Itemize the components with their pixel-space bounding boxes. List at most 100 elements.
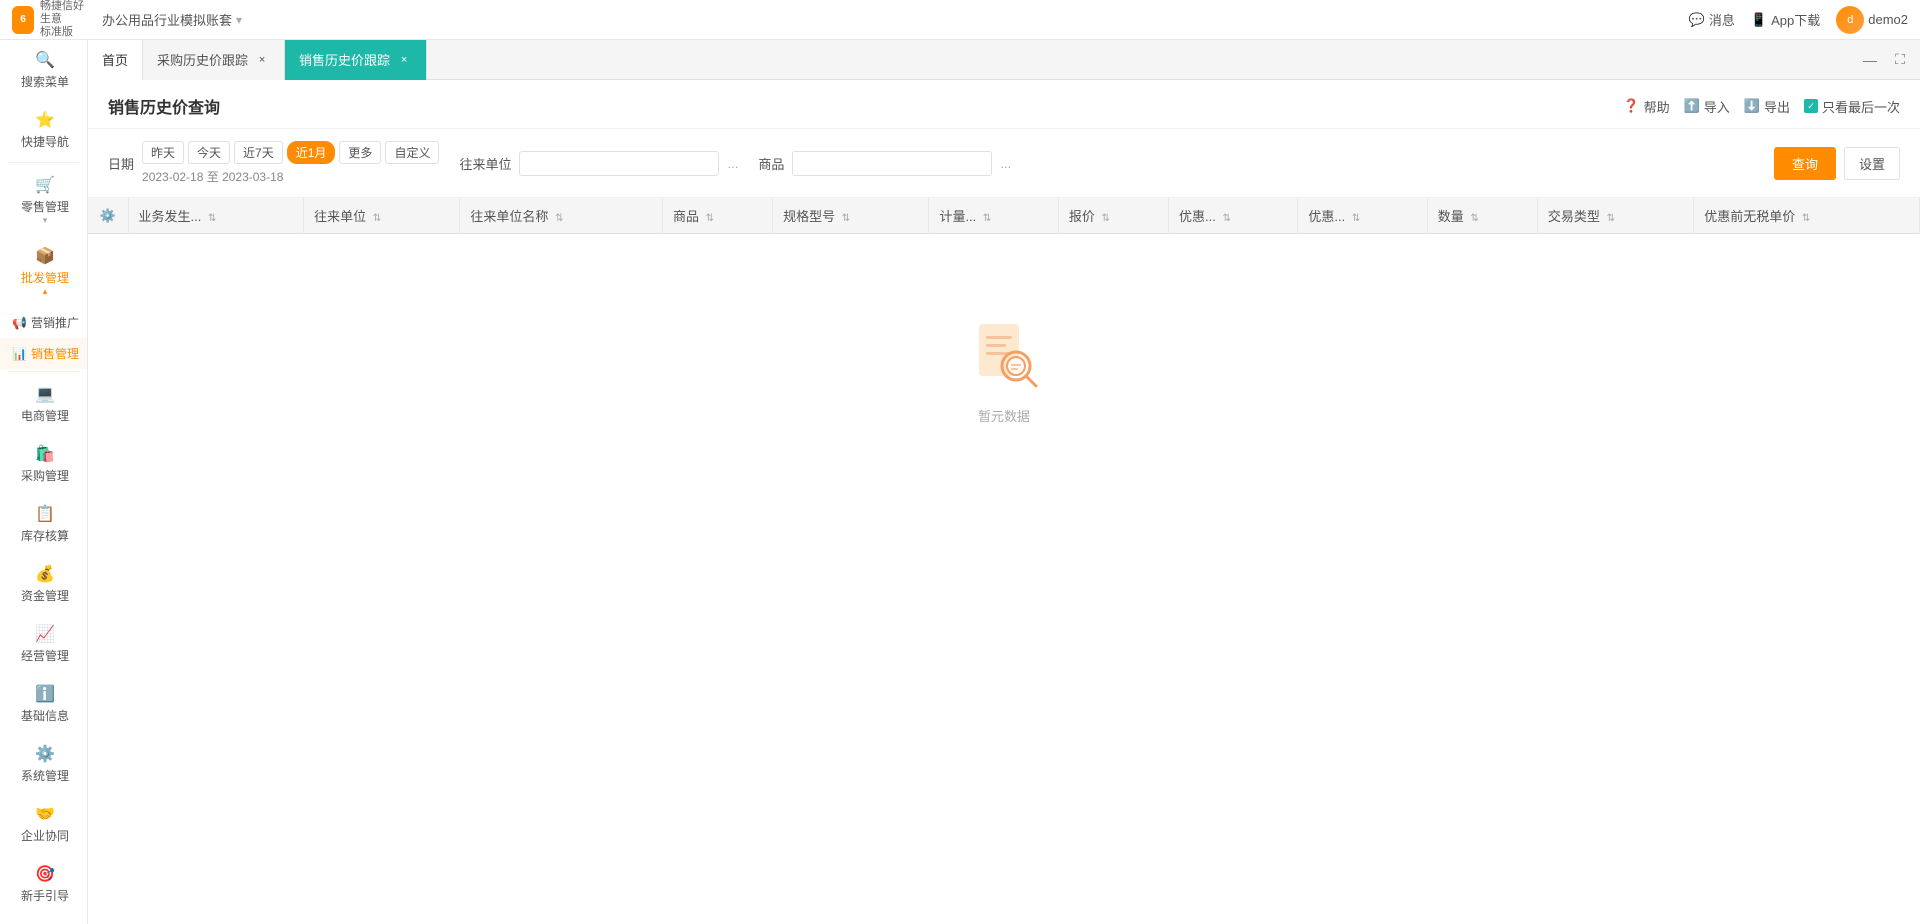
sort-icon-discount1: ⇅ [1222, 213, 1230, 224]
goods-dots[interactable]: ... [1000, 156, 1011, 171]
th-goods[interactable]: 商品 ⇅ [662, 198, 772, 234]
marketing-icon: 📢 [12, 316, 27, 330]
sidebar-item-sales[interactable]: 📊 销售管理 [0, 338, 87, 369]
sidebar-item-basic[interactable]: ℹ️ 基础信息 [0, 674, 87, 734]
info-icon: ℹ️ [35, 684, 55, 704]
th-discount1[interactable]: 优惠... ⇅ [1168, 198, 1297, 234]
export-icon: ⬇️ [1744, 98, 1760, 114]
checkbox-icon: ✓ [1804, 99, 1818, 113]
sidebar-item-shortcut[interactable]: ⭐ 快捷导航 [0, 100, 87, 160]
guide-icon: 🎯 [35, 864, 55, 884]
sidebar-item-finance[interactable]: 💰 资金管理 [0, 554, 87, 614]
sort-icon-partner-name: ⇅ [555, 213, 563, 224]
sidebar-item-enterprise[interactable]: 🤝 企业协同 [0, 794, 87, 854]
table-container: ⚙️ 业务发生... ⇅ 往来单位 ⇅ 往来单位名称 ⇅ [88, 198, 1920, 465]
partner-dots[interactable]: ... [727, 156, 738, 171]
top-bar-actions: 💬 消息 📱 App下载 d demo2 [1689, 6, 1908, 34]
date-btn-more[interactable]: 更多 [339, 141, 381, 164]
table-gear-icon[interactable]: ⚙️ [100, 208, 116, 223]
th-quantity[interactable]: 数量 ⇅ [1427, 198, 1537, 234]
tab-bar-window-controls: — ⛶ [1858, 48, 1912, 72]
tab-sales-history[interactable]: 销售历史价跟踪 × [285, 40, 427, 80]
logo: 6 畅捷信好生意 标准版 [12, 0, 92, 39]
export-button[interactable]: ⬇️ 导出 [1744, 97, 1790, 116]
sidebar-item-purchase[interactable]: 🛍️ 采购管理 [0, 434, 87, 494]
breadcrumb-chevron-icon: ▾ [236, 13, 242, 27]
settings-button[interactable]: 设置 [1844, 147, 1900, 180]
import-button[interactable]: ⬆️ 导入 [1684, 97, 1730, 116]
sort-icon-quantity: ⇅ [1470, 213, 1478, 224]
table-header-row: ⚙️ 业务发生... ⇅ 往来单位 ⇅ 往来单位名称 ⇅ [88, 198, 1920, 234]
sort-icon-discount2: ⇅ [1352, 213, 1360, 224]
date-btn-7days[interactable]: 近7天 [234, 141, 283, 164]
purchase-icon: 🛍️ [35, 444, 55, 464]
goods-input[interactable] [792, 151, 992, 176]
goods-filter-group: 商品 ... [758, 151, 1011, 176]
page-header: 销售历史价查询 ❓ 帮助 ⬆️ 导入 ⬇️ 导出 ✓ 只看最后一次 [88, 80, 1920, 129]
sidebar-item-marketing[interactable]: 📢 营销推广 [0, 307, 87, 338]
sort-icon-unit: ⇅ [983, 213, 991, 224]
th-unit[interactable]: 计量... ⇅ [929, 198, 1058, 234]
data-table: ⚙️ 业务发生... ⇅ 往来单位 ⇅ 往来单位名称 ⇅ [88, 198, 1920, 234]
sales-icon: 📊 [12, 347, 27, 361]
tab-home[interactable]: 首页 [88, 40, 143, 80]
th-settings[interactable]: ⚙️ [88, 198, 128, 234]
empty-text: 暂元数据 [978, 406, 1030, 425]
finance-icon: 💰 [35, 564, 55, 584]
th-no-tax-price[interactable]: 优惠前无税单价 ⇅ [1694, 198, 1920, 234]
date-btn-today[interactable]: 今天 [188, 141, 230, 164]
tab-purchase-history[interactable]: 采购历史价跟踪 × [143, 40, 285, 80]
tab-sales-history-close[interactable]: × [396, 52, 412, 68]
date-label: 日期 [108, 154, 134, 173]
page-header-actions: ❓ 帮助 ⬆️ 导入 ⬇️ 导出 ✓ 只看最后一次 [1623, 97, 1900, 116]
sort-icon-price: ⇅ [1101, 213, 1109, 224]
inventory-icon: 📋 [35, 504, 55, 524]
th-discount2[interactable]: 优惠... ⇅ [1298, 198, 1427, 234]
sidebar-item-operations[interactable]: 📈 经营管理 [0, 614, 87, 674]
sidebar-item-ecommerce[interactable]: 💻 电商管理 [0, 374, 87, 434]
sort-icon-biz-date: ⇅ [208, 213, 216, 224]
user-profile[interactable]: d demo2 [1836, 6, 1908, 34]
sidebar: 🔍 搜索菜单 ⭐ 快捷导航 🛒 零售管理 ▾ 📦 批发管理 ▴ 📢 营销推广 📊… [0, 40, 88, 924]
date-btn-1month[interactable]: 近1月 [287, 141, 336, 164]
sidebar-item-search[interactable]: 🔍 搜索菜单 [0, 40, 87, 100]
partner-input[interactable] [519, 151, 719, 176]
goods-label: 商品 [758, 154, 784, 173]
message-button[interactable]: 💬 消息 [1689, 10, 1735, 29]
avatar: d [1836, 6, 1864, 34]
handshake-icon: 🤝 [35, 804, 55, 824]
import-icon: ⬆️ [1684, 98, 1700, 114]
chevron-down-icon: ▾ [43, 215, 48, 226]
tab-purchase-history-close[interactable]: × [254, 52, 270, 68]
date-btn-yesterday[interactable]: 昨天 [142, 141, 184, 164]
download-app-button[interactable]: 📱 App下载 [1751, 10, 1820, 29]
top-bar: 6 畅捷信好生意 标准版 办公用品行业模拟账套 ▾ 💬 消息 📱 App下载 d… [0, 0, 1920, 40]
phone-icon: 📱 [1751, 12, 1767, 28]
th-spec[interactable]: 规格型号 ⇅ [773, 198, 929, 234]
empty-icon [964, 314, 1044, 394]
logo-icon: 6 [12, 6, 34, 34]
chevron-up-icon: ▴ [43, 286, 48, 297]
sidebar-item-system[interactable]: ⚙️ 系统管理 [0, 734, 87, 794]
filter-bar-actions: 查询 设置 [1774, 147, 1900, 180]
sidebar-item-inventory[interactable]: 📋 库存核算 [0, 494, 87, 554]
query-button[interactable]: 查询 [1774, 147, 1836, 180]
only-last-checkbox[interactable]: ✓ 只看最后一次 [1804, 97, 1900, 116]
help-button[interactable]: ❓ 帮助 [1623, 97, 1669, 116]
sort-icon-partner-code: ⇅ [373, 213, 381, 224]
date-btn-custom[interactable]: 自定义 [385, 141, 439, 164]
maximize-button[interactable]: ⛶ [1888, 48, 1912, 72]
sidebar-item-apps[interactable]: 📱 应用中心 [0, 914, 87, 924]
th-trade-type[interactable]: 交易类型 ⇅ [1537, 198, 1693, 234]
th-price[interactable]: 报价 ⇅ [1058, 198, 1168, 234]
breadcrumb[interactable]: 办公用品行业模拟账套 ▾ [102, 10, 1689, 29]
sidebar-item-guide[interactable]: 🎯 新手引导 [0, 854, 87, 914]
minimize-button[interactable]: — [1858, 48, 1882, 72]
star-icon: ⭐ [35, 110, 55, 130]
th-partner-code[interactable]: 往来单位 ⇅ [304, 198, 460, 234]
th-partner-name[interactable]: 往来单位名称 ⇅ [460, 198, 663, 234]
sidebar-item-wholesale[interactable]: 📦 批发管理 ▴ [0, 236, 87, 307]
th-biz-date[interactable]: 业务发生... ⇅ [128, 198, 304, 234]
sidebar-divider-2 [8, 371, 79, 372]
sidebar-item-retail[interactable]: 🛒 零售管理 ▾ [0, 165, 87, 236]
